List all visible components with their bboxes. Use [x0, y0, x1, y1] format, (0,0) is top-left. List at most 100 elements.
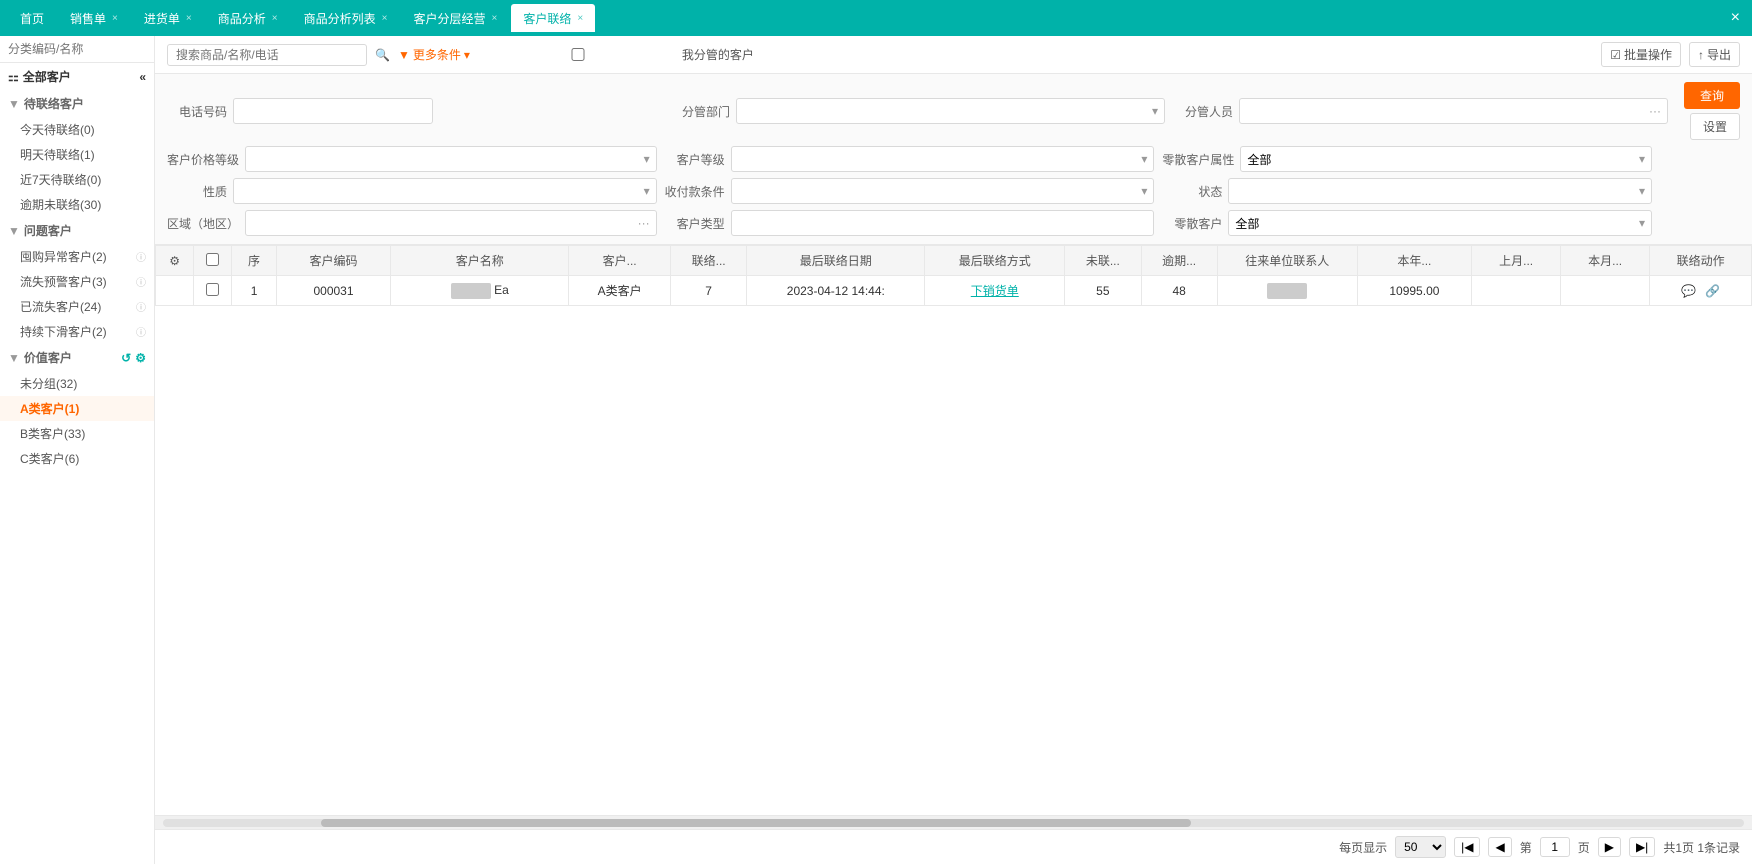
churned-label: 已流失客户(24) [20, 298, 136, 315]
retail-control[interactable]: 全部 ▾ [1228, 210, 1652, 236]
sidebar-item-churned[interactable]: 已流失客户(24) ⓘ [0, 294, 154, 319]
close-analysis[interactable]: × [272, 13, 278, 24]
row-select-checkbox[interactable] [206, 283, 219, 296]
action-link-icon[interactable]: 🔗 [1705, 284, 1720, 298]
close-analysis-list[interactable]: × [382, 13, 388, 24]
retail-attr-arrow: ▾ [1639, 152, 1645, 166]
nav-tab-analysis[interactable]: 商品分析 × [206, 4, 290, 32]
filter-row-2: 客户价格等级 ▾ 客户等级 ▾ 零散客户属性 全部 [167, 146, 1740, 172]
sidebar-all-customers[interactable]: ⚏ 全部客户 « [0, 63, 154, 90]
home-label: 首页 [20, 10, 44, 27]
person-control[interactable]: ··· [1239, 98, 1668, 124]
status-control[interactable]: ▾ [1228, 178, 1652, 204]
nav-tab-sales[interactable]: 销售单 × [58, 4, 130, 32]
col-no-contact: 未联... [1065, 246, 1141, 276]
next-page-btn[interactable]: ▶ [1598, 837, 1621, 857]
filter-status: 状态 ▾ [1162, 178, 1652, 204]
filter-payment: 收付款条件 ▾ [665, 178, 1155, 204]
batch-action-btn[interactable]: ☑ 批量操作 [1601, 42, 1681, 67]
horizontal-scrollbar[interactable] [155, 815, 1752, 829]
query-btn[interactable]: 查询 [1684, 82, 1740, 109]
nav-tab-home[interactable]: 首页 [8, 4, 56, 32]
col-action: 联络动作 [1650, 246, 1752, 276]
export-label: 导出 [1707, 46, 1731, 63]
scroll-thumb[interactable] [321, 819, 1191, 827]
sidebar-item-class-a[interactable]: A类客户(1) [0, 396, 154, 421]
advanced-filters: 电话号码 分管部门 ▾ 分管人员 ··· [155, 74, 1752, 245]
row-actions: 💬 🔗 [1650, 276, 1752, 306]
row-contact2 [1217, 276, 1357, 306]
close-all-tabs[interactable]: × [1731, 9, 1740, 27]
declining-icon: ⓘ [136, 324, 146, 339]
nav-tab-purchase[interactable]: 进货单 × [132, 4, 204, 32]
nature-control[interactable]: ▾ [233, 178, 657, 204]
grid-icon: ⚏ [8, 70, 19, 84]
row-last-method: 下销货单 [925, 276, 1065, 306]
search-input[interactable] [167, 44, 367, 66]
customer-type-control[interactable] [731, 210, 1155, 236]
purchase-label: 进货单 [144, 10, 180, 27]
col-settings[interactable]: ⚙ [156, 246, 194, 276]
last-page-btn[interactable]: ▶| [1629, 837, 1655, 857]
col-checkbox [194, 246, 232, 276]
sidebar-item-class-b[interactable]: B类客户(33) [0, 421, 154, 446]
col-contact-count: 联络... [671, 246, 747, 276]
sidebar-item-tomorrow[interactable]: 明天待联络(1) [0, 142, 154, 167]
sidebar-section-pending[interactable]: ▼ 待联络客户 [0, 90, 154, 117]
col-last-method: 最后联络方式 [925, 246, 1065, 276]
region-control[interactable]: ··· [245, 210, 657, 236]
nav-tab-analysis-list[interactable]: 商品分析列表 × [292, 4, 400, 32]
settings-value-icon[interactable]: ⚙ [135, 351, 146, 365]
page-of-label: 页 [1578, 839, 1590, 856]
sidebar-item-7days[interactable]: 近7天待联络(0) [0, 167, 154, 192]
price-level-control[interactable]: ▾ [245, 146, 657, 172]
sidebar-item-overdue[interactable]: 逾期未联络(30) [0, 192, 154, 217]
close-sales[interactable]: × [112, 13, 118, 24]
filter-search-icon[interactable]: 🔍 [375, 48, 390, 62]
select-all-checkbox[interactable] [206, 253, 219, 266]
top-right-actions: ☑ 批量操作 ↑ 导出 [1601, 42, 1740, 67]
close-customer-contact[interactable]: × [577, 13, 583, 24]
sidebar-item-churn-warning[interactable]: 流失预警客户(3) ⓘ [0, 269, 154, 294]
refresh-value-icon[interactable]: ↺ [121, 351, 131, 365]
customer-level-control[interactable]: ▾ [731, 146, 1155, 172]
class-c-label: C类客户(6) [20, 450, 146, 467]
sidebar-item-abnormal[interactable]: 囤购异常客户(2) ⓘ [0, 244, 154, 269]
my-customers-checkbox[interactable] [478, 48, 678, 61]
today-label: 今天待联络(0) [20, 121, 146, 138]
action-msg-icon[interactable]: 💬 [1681, 284, 1696, 298]
scroll-track[interactable] [163, 819, 1744, 827]
nav-tab-customer-mgmt[interactable]: 客户分层经营 × [401, 4, 509, 32]
row-settings [156, 276, 194, 306]
dept-control[interactable]: ▾ [736, 98, 1165, 124]
section-problem-label: 问题客户 [24, 222, 72, 239]
sidebar-item-today[interactable]: 今天待联络(0) [0, 117, 154, 142]
sidebar-section-problem[interactable]: ▼ 问题客户 [0, 217, 154, 244]
row-name-text: Ea [494, 283, 509, 297]
filter-retail: 零散客户 全部 ▾ [1162, 210, 1652, 236]
close-customer-mgmt[interactable]: × [491, 13, 497, 24]
sidebar-section-value[interactable]: ▼ 价值客户 ↺ ⚙ [0, 344, 154, 371]
customer-level-arrow: ▾ [1141, 152, 1147, 166]
more-filters-btn[interactable]: ▼ 更多条件 ▾ [398, 46, 470, 63]
first-page-btn[interactable]: |◀ [1454, 837, 1480, 857]
payment-control[interactable]: ▾ [731, 178, 1155, 204]
export-btn[interactable]: ↑ 导出 [1689, 42, 1740, 67]
last-method-link[interactable]: 下销货单 [971, 284, 1019, 298]
col-this-month: 本月... [1561, 246, 1650, 276]
close-purchase[interactable]: × [186, 13, 192, 24]
per-page-select[interactable]: 50 100 200 [1395, 836, 1446, 858]
page-input[interactable] [1540, 837, 1570, 857]
settings-btn[interactable]: 设置 [1690, 113, 1740, 140]
retail-attr-control[interactable]: 全部 ▾ [1240, 146, 1652, 172]
payment-arrow: ▾ [1141, 184, 1147, 198]
tomorrow-label: 明天待联络(1) [20, 146, 146, 163]
sidebar-item-declining[interactable]: 持续下滑客户(2) ⓘ [0, 319, 154, 344]
phone-control[interactable] [233, 98, 433, 124]
sidebar-item-ungrouped[interactable]: 未分组(32) [0, 371, 154, 396]
collapse-sidebar[interactable]: « [139, 70, 146, 84]
prev-page-btn[interactable]: ◀ [1488, 837, 1511, 857]
sidebar-item-class-c[interactable]: C类客户(6) [0, 446, 154, 471]
nav-tab-customer-contact[interactable]: 客户联络 × [511, 4, 595, 32]
sidebar-search-input[interactable] [8, 42, 155, 56]
